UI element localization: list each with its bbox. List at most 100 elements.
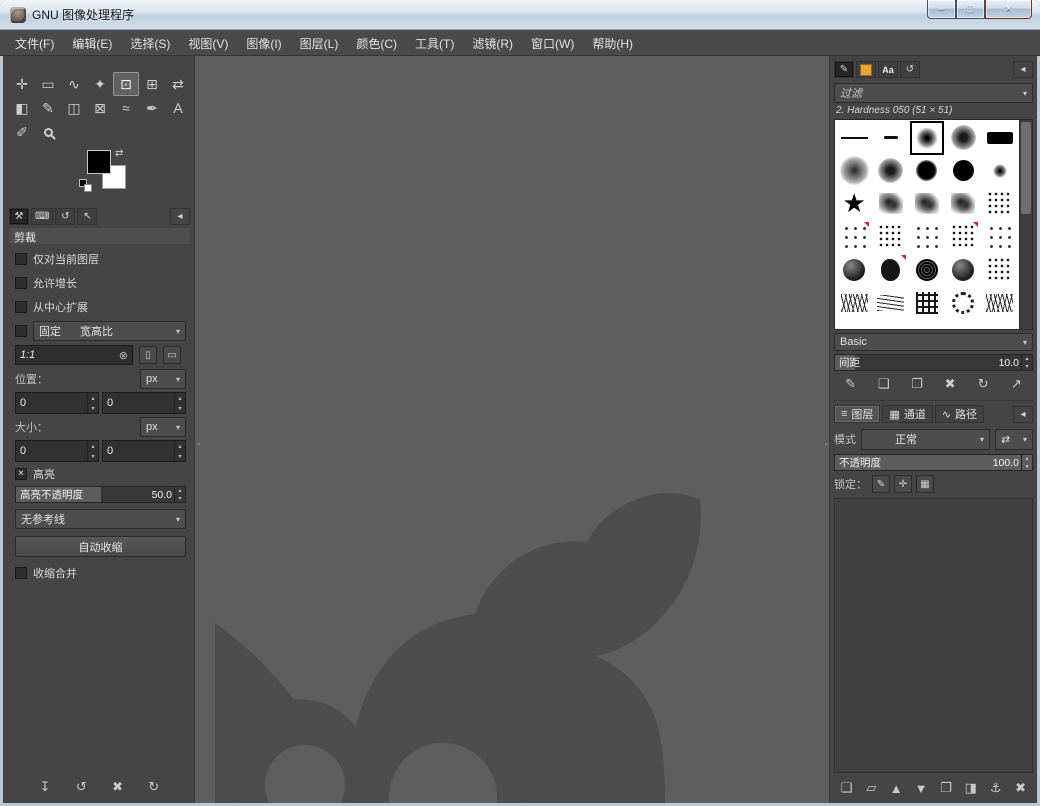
duplicate-layer-button[interactable]: ❐ — [936, 778, 956, 798]
menu-item-3[interactable]: 视图(V) — [179, 30, 237, 55]
fixed-checkbox[interactable] — [15, 325, 27, 337]
lock-position-button[interactable]: ✛ — [894, 475, 912, 493]
position-x-spinbox[interactable]: ▴▾ — [15, 392, 99, 414]
eraser-tool-button[interactable]: ◫ — [61, 96, 87, 120]
brush-item[interactable] — [984, 155, 1016, 187]
color-picker-tool-button[interactable]: ✐ — [9, 120, 35, 144]
only-current-layer-checkbox[interactable] — [15, 253, 27, 265]
opacity-slider[interactable]: 不透明度 100.0 ▴ ▾ — [834, 454, 1033, 471]
brush-item[interactable] — [838, 155, 870, 187]
brush-item[interactable] — [911, 254, 943, 286]
menu-item-1[interactable]: 编辑(E) — [63, 30, 121, 55]
delete-brush-button[interactable]: ✖ — [940, 374, 960, 394]
size-width-spinbox[interactable]: ▴▾ — [15, 440, 99, 462]
highlight-checkbox[interactable]: × — [15, 468, 27, 480]
spin-up-icon[interactable]: ▴ — [175, 393, 185, 403]
brush-item[interactable] — [838, 188, 870, 220]
new-layer-group-button[interactable]: ▱ — [861, 778, 881, 798]
flip-tool-button[interactable]: ⇄ — [165, 72, 191, 96]
brush-item[interactable] — [911, 188, 943, 220]
mode-switch-button[interactable]: ⇄ ▾ — [995, 428, 1033, 450]
brush-item[interactable] — [875, 287, 907, 319]
close-button[interactable]: × — [985, 0, 1032, 19]
brush-tag-select[interactable]: Basic ▾ — [834, 333, 1033, 351]
highlight-opacity-slider[interactable]: 高亮不透明度 50.0 ▴ ▾ — [15, 486, 186, 503]
menu-item-10[interactable]: 帮助(H) — [583, 30, 642, 55]
raise-layer-button[interactable]: ▲ — [886, 778, 906, 798]
crop-tool-button[interactable]: ⊡ — [113, 72, 139, 96]
refresh-brushes-button[interactable]: ↻ — [973, 374, 993, 394]
spin-up-icon[interactable]: ▴ — [175, 487, 185, 495]
layer-list[interactable] — [834, 498, 1033, 773]
rect-select-tool-button[interactable]: ▭ — [35, 72, 61, 96]
spin-down-icon[interactable]: ▾ — [1022, 363, 1032, 371]
smudge-tool-button[interactable]: ≈ — [113, 96, 139, 120]
spin-down-icon[interactable]: ▾ — [88, 403, 98, 413]
brush-item[interactable] — [947, 155, 979, 187]
brush-item[interactable] — [838, 122, 870, 154]
clear-icon[interactable]: ⊗ — [119, 349, 128, 362]
size-unit-select[interactable]: px ▾ — [140, 417, 186, 437]
lock-alpha-button[interactable]: ▦ — [916, 475, 934, 493]
menu-item-4[interactable]: 图像(I) — [237, 30, 290, 55]
delete-layer-button[interactable]: ✖ — [1011, 778, 1031, 798]
landscape-orientation-button[interactable]: ▭ — [163, 346, 181, 364]
spin-up-icon[interactable]: ▴ — [88, 393, 98, 403]
delete-tool-preset-button[interactable]: ✖ — [108, 777, 128, 797]
right-dock-grip[interactable]: ► — [824, 430, 829, 460]
brush-item[interactable] — [875, 122, 907, 154]
foreground-color-swatch[interactable] — [87, 150, 111, 174]
fonts-tab[interactable]: Aa — [878, 61, 898, 78]
portrait-orientation-button[interactable]: ▯ — [139, 346, 157, 364]
new-layer-button[interactable]: ❏ — [836, 778, 856, 798]
paintbrush-tool-button[interactable]: ✎ — [35, 96, 61, 120]
brush-item[interactable] — [875, 254, 907, 286]
spin-up-icon[interactable]: ▴ — [1022, 355, 1032, 363]
brush-item[interactable] — [947, 122, 979, 154]
brush-scrollbar[interactable] — [1019, 120, 1032, 329]
size-height-input[interactable] — [103, 441, 174, 461]
size-width-input[interactable] — [16, 441, 87, 461]
spin-up-icon[interactable]: ▴ — [175, 441, 185, 451]
pointer-tab[interactable]: ↖ — [77, 208, 98, 225]
lock-pixels-button[interactable]: ✎ — [872, 475, 890, 493]
brush-item[interactable] — [911, 221, 943, 253]
brush-filter-input[interactable]: 过滤 ▾ — [834, 83, 1033, 103]
brush-item[interactable] — [838, 254, 870, 286]
fixed-ratio-select[interactable]: 固定 宽高比 ▾ — [33, 321, 186, 341]
brush-item[interactable] — [911, 155, 943, 187]
spin-down-icon[interactable]: ▾ — [175, 451, 185, 461]
document-history-tab[interactable]: ↺ — [900, 61, 920, 78]
clone-tool-button[interactable]: ⊠ — [87, 96, 113, 120]
guides-select[interactable]: 无参考线 ▾ — [15, 509, 186, 529]
undo-history-tab[interactable]: ↺ — [55, 208, 76, 225]
default-colors-button[interactable] — [79, 179, 93, 193]
spacing-slider[interactable]: 间距 10.0 ▴ ▾ — [834, 354, 1033, 371]
maximize-button[interactable]: □ — [956, 0, 985, 19]
brushes-tab[interactable]: ✎ — [834, 61, 854, 78]
fuzzy-select-tool-button[interactable]: ✦ — [87, 72, 113, 96]
spin-down-icon[interactable]: ▾ — [88, 451, 98, 461]
reset-tool-options-button[interactable]: ↻ — [144, 777, 164, 797]
brush-item[interactable] — [875, 155, 907, 187]
brush-item[interactable] — [947, 188, 979, 220]
mode-select[interactable]: 正常 ▾ — [861, 428, 990, 450]
free-select-tool-button[interactable]: ∿ — [61, 72, 87, 96]
aspect-ratio-field[interactable]: ⊗ — [15, 345, 133, 365]
duplicate-brush-button[interactable]: ❐ — [907, 374, 927, 394]
brush-item[interactable] — [838, 221, 870, 253]
brush-item[interactable] — [875, 188, 907, 220]
spin-down-icon[interactable]: ▾ — [1022, 463, 1032, 471]
expand-from-center-checkbox[interactable] — [15, 301, 27, 313]
auto-shrink-button[interactable]: 自动收缩 — [15, 536, 186, 557]
position-x-input[interactable] — [16, 393, 87, 413]
brush-item[interactable] — [984, 254, 1016, 286]
menu-item-6[interactable]: 颜色(C) — [347, 30, 406, 55]
aspect-ratio-input[interactable] — [20, 349, 115, 361]
brush-item[interactable] — [875, 221, 907, 253]
brush-item[interactable] — [947, 254, 979, 286]
brush-item[interactable] — [984, 221, 1016, 253]
text-tool-button[interactable]: A — [165, 96, 191, 120]
device-status-tab[interactable]: ⌨ — [31, 208, 54, 225]
dock-menu-button[interactable]: ◂ — [1013, 61, 1033, 78]
